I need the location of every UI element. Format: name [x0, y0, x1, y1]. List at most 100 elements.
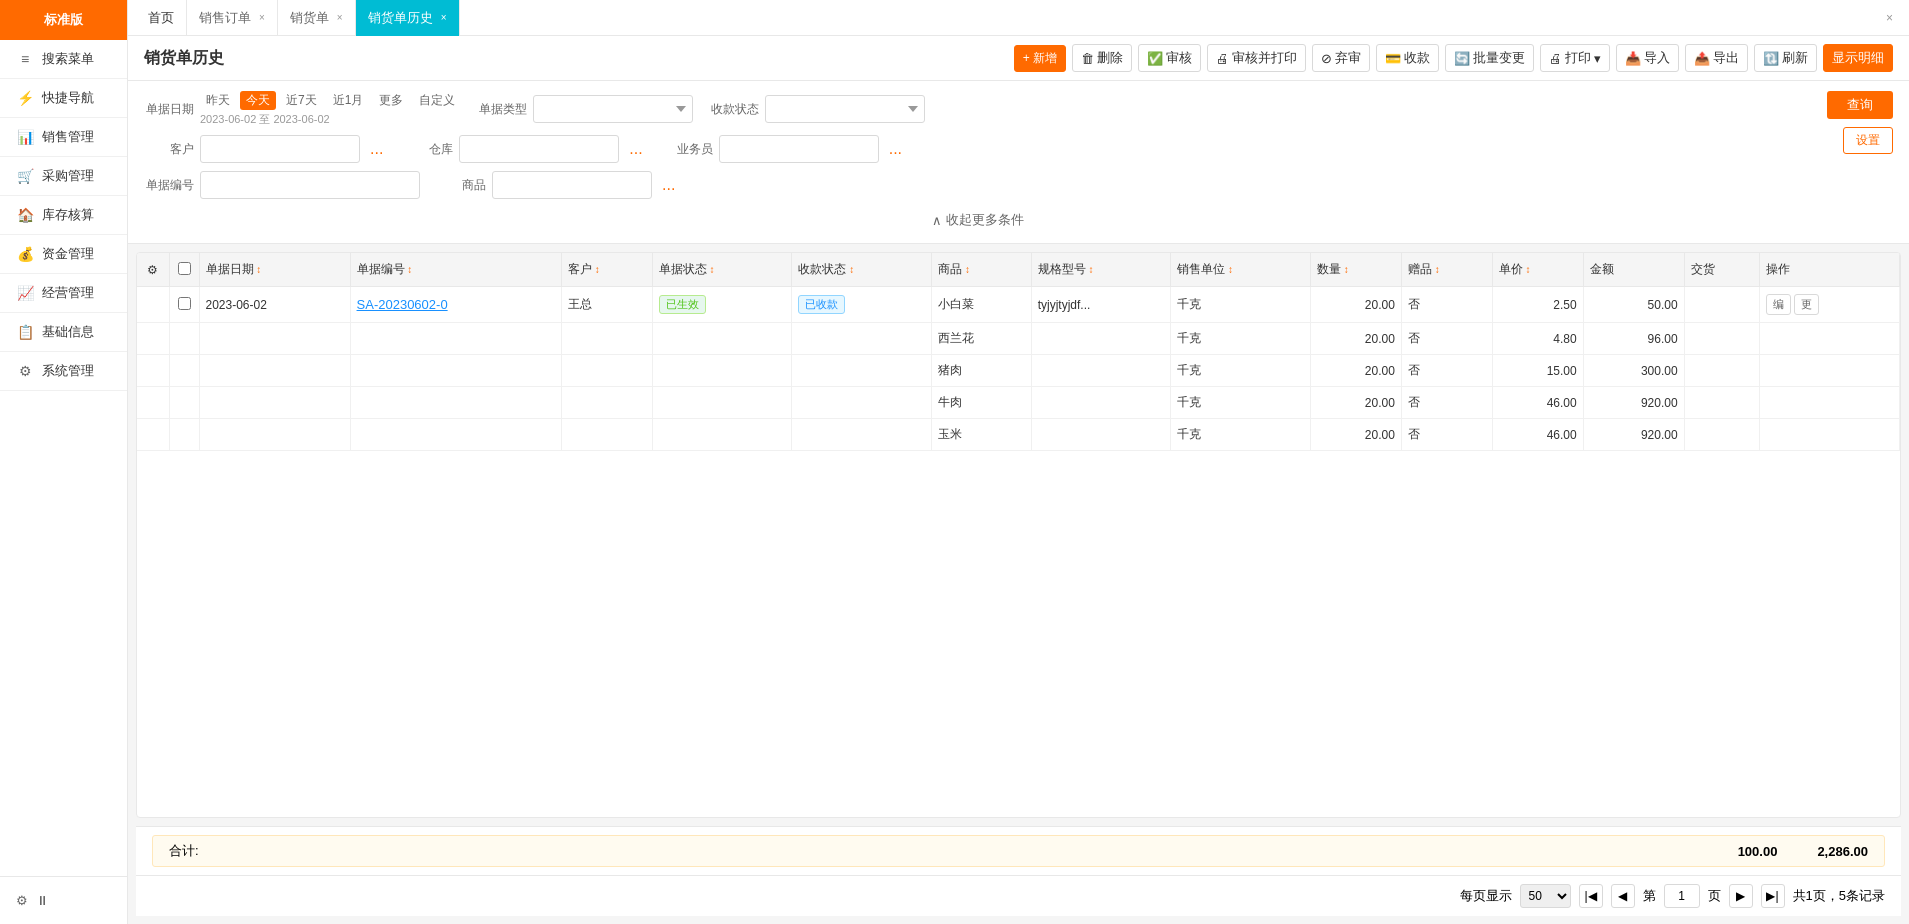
col-price[interactable]: 单价	[1492, 253, 1583, 287]
more-action-btn[interactable]: 更	[1794, 294, 1819, 315]
salesperson-input[interactable]	[719, 135, 879, 163]
sidebar-item-basic-info[interactable]: 📋 基础信息	[0, 313, 127, 352]
row-amount: 300.00	[1583, 355, 1684, 387]
sidebar-bottom-settings[interactable]: ⚙ ⏸	[0, 885, 127, 916]
audit-button[interactable]: ✅ 审核	[1138, 44, 1201, 72]
last-page-btn[interactable]: ▶|	[1761, 884, 1785, 908]
row-trade	[1684, 387, 1759, 419]
sys-mgmt-icon: ⚙	[16, 362, 34, 380]
sidebar-item-search-menu[interactable]: ≡ 搜索菜单	[0, 40, 127, 79]
row-spec	[1031, 355, 1171, 387]
audit-print-icon: 🖨	[1216, 51, 1229, 66]
sidebar-item-quick-nav[interactable]: ⚡ 快捷导航	[0, 79, 127, 118]
row-doc-no	[350, 355, 561, 387]
page-area: 销货单历史 + 新增 🗑 删除 ✅ 审核 🖨 审核并打印 ⊘ 弃审	[128, 36, 1909, 924]
date-tab-yesterday[interactable]: 昨天	[200, 91, 236, 110]
receive-button[interactable]: 💳 收款	[1376, 44, 1439, 72]
refresh-button[interactable]: 🔃 刷新	[1754, 44, 1817, 72]
goods-input[interactable]	[492, 171, 652, 199]
tabs-close-all[interactable]: ×	[1878, 11, 1901, 25]
payment-status-badge: 已收款	[798, 295, 845, 314]
show-detail-button[interactable]: 显示明细	[1823, 44, 1893, 72]
row-gift: 否	[1401, 355, 1492, 387]
customer-dots[interactable]: ...	[366, 140, 387, 158]
row-checkbox-cell	[169, 355, 199, 387]
row-qty: 20.00	[1310, 387, 1401, 419]
next-page-btn[interactable]: ▶	[1729, 884, 1753, 908]
date-tab-more[interactable]: 更多	[373, 91, 409, 110]
docno-input[interactable]	[200, 171, 420, 199]
sidebar-item-sys-mgmt[interactable]: ⚙ 系统管理	[0, 352, 127, 391]
payment-select[interactable]	[765, 95, 925, 123]
col-amount: 金额	[1583, 253, 1684, 287]
audit-print-button[interactable]: 🖨 审核并打印	[1207, 44, 1306, 72]
col-doc-no[interactable]: 单据编号	[350, 253, 561, 287]
edit-action-btn[interactable]: 编	[1766, 294, 1791, 315]
refresh-icon: 🔃	[1763, 51, 1779, 66]
row-checkbox[interactable]	[178, 297, 191, 310]
doc-status-badge: 已生效	[659, 295, 706, 314]
row-settings-cell	[137, 419, 169, 451]
date-tab-1month[interactable]: 近1月	[327, 91, 370, 110]
tab-sales-history-close[interactable]: ×	[441, 12, 447, 23]
row-trade	[1684, 355, 1759, 387]
col-payment-status[interactable]: 收款状态	[792, 253, 932, 287]
row-doc-status	[652, 323, 792, 355]
goods-dots[interactable]: ...	[658, 176, 679, 194]
sidebar-item-sales-mgmt[interactable]: 📊 销售管理	[0, 118, 127, 157]
row-unit: 千克	[1171, 323, 1311, 355]
col-qty[interactable]: 数量	[1310, 253, 1401, 287]
set-button[interactable]: 设置	[1843, 127, 1893, 154]
query-button[interactable]: 查询	[1827, 91, 1893, 119]
col-doc-date[interactable]: 单据日期	[199, 253, 350, 287]
first-page-btn[interactable]: |◀	[1579, 884, 1603, 908]
customer-input[interactable]	[200, 135, 360, 163]
row-checkbox-cell	[169, 287, 199, 323]
col-unit[interactable]: 销售单位	[1171, 253, 1311, 287]
row-price: 2.50	[1492, 287, 1583, 323]
tab-sales-order[interactable]: 销售订单 ×	[187, 0, 278, 36]
delete-button[interactable]: 🗑 删除	[1072, 44, 1132, 72]
tab-sales-goods-close[interactable]: ×	[337, 12, 343, 23]
collapse-icon: ∧	[932, 213, 942, 228]
col-settings[interactable]: ⚙	[137, 253, 169, 287]
col-goods[interactable]: 商品	[932, 253, 1032, 287]
col-doc-status[interactable]: 单据状态	[652, 253, 792, 287]
page-number-input[interactable]	[1664, 884, 1700, 908]
row-amount: 96.00	[1583, 323, 1684, 355]
row-payment-status	[792, 323, 932, 355]
sidebar-item-purchase-mgmt[interactable]: 🛒 采购管理	[0, 157, 127, 196]
row-unit: 千克	[1171, 287, 1311, 323]
export-button[interactable]: 📤 导出	[1685, 44, 1748, 72]
per-page-select[interactable]: 50 100	[1520, 884, 1571, 908]
sidebar-item-ops-mgmt[interactable]: 📈 经营管理	[0, 274, 127, 313]
tab-sales-history[interactable]: 销货单历史 ×	[356, 0, 460, 36]
row-amount: 920.00	[1583, 387, 1684, 419]
col-gift[interactable]: 赠品	[1401, 253, 1492, 287]
col-spec[interactable]: 规格型号	[1031, 253, 1171, 287]
warehouse-input[interactable]	[459, 135, 619, 163]
doc-no-link[interactable]: SA-20230602-0	[357, 297, 448, 312]
doctype-select[interactable]	[533, 95, 693, 123]
prev-page-btn[interactable]: ◀	[1611, 884, 1635, 908]
row-gift: 否	[1401, 419, 1492, 451]
date-tab-7days[interactable]: 近7天	[280, 91, 323, 110]
import-button[interactable]: 📥 导入	[1616, 44, 1679, 72]
abandon-button[interactable]: ⊘ 弃审	[1312, 44, 1370, 72]
sidebar-item-finance-mgmt[interactable]: 💰 资金管理	[0, 235, 127, 274]
date-tab-custom[interactable]: 自定义	[413, 91, 461, 110]
batch-change-button[interactable]: 🔄 批量变更	[1445, 44, 1534, 72]
new-button[interactable]: + 新增	[1014, 45, 1066, 72]
select-all-checkbox[interactable]	[178, 262, 191, 275]
sidebar-item-inventory-calc[interactable]: 🏠 库存核算	[0, 196, 127, 235]
warehouse-dots[interactable]: ...	[625, 140, 646, 158]
salesperson-dots[interactable]: ...	[885, 140, 906, 158]
date-tab-today[interactable]: 今天	[240, 91, 276, 110]
collapse-btn[interactable]: ∧ 收起更多条件	[144, 207, 1811, 233]
print-button[interactable]: 🖨 打印 ▾	[1540, 44, 1610, 72]
tab-home[interactable]: 首页	[136, 0, 187, 36]
col-customer[interactable]: 客户	[561, 253, 652, 287]
row-amount: 920.00	[1583, 419, 1684, 451]
tab-sales-order-close[interactable]: ×	[259, 12, 265, 23]
tab-sales-goods[interactable]: 销货单 ×	[278, 0, 356, 36]
